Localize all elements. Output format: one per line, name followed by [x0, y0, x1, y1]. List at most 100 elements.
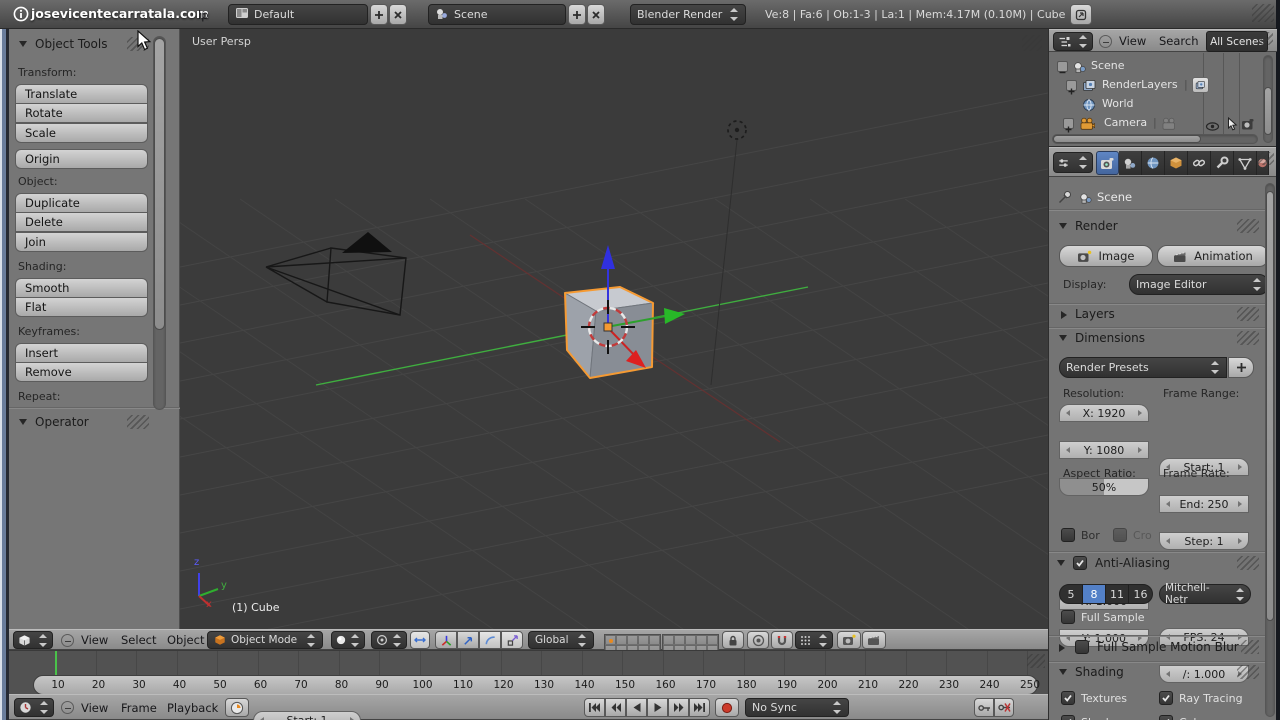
decrement-arrow-icon[interactable]: [1166, 500, 1170, 507]
layers-panel-grip[interactable]: [1237, 307, 1259, 321]
proportional-edit-button[interactable]: [747, 631, 769, 649]
transform-orientation-selector[interactable]: Global: [528, 631, 594, 649]
outliner-item-label[interactable]: World: [1102, 97, 1134, 110]
collapse-menus-button[interactable]: [61, 634, 74, 647]
outliner-row-renderlayers[interactable]: RenderLayers |: [1049, 76, 1276, 95]
disclosure-triangle-icon[interactable]: [19, 41, 27, 47]
tab-modifiers[interactable]: [1211, 151, 1234, 175]
render-opengl-anim-button[interactable]: [862, 631, 886, 649]
prev-keyframe-button[interactable]: [605, 698, 626, 717]
render-animation-button[interactable]: Animation: [1157, 245, 1269, 267]
render-opengl-button[interactable]: [837, 631, 861, 649]
outliner-item-label[interactable]: RenderLayers: [1102, 78, 1178, 91]
rotate-manipulator-button[interactable]: [457, 631, 479, 649]
layer-cell[interactable]: [616, 635, 627, 645]
scale-manipulator-button[interactable]: [479, 631, 501, 649]
scene-selector[interactable]: Scene: [428, 4, 566, 25]
tab-object-data[interactable]: [1234, 151, 1257, 175]
add-scene-button[interactable]: [568, 4, 586, 25]
collapse-menus-button[interactable]: [61, 701, 74, 714]
disclosure-triangle-icon[interactable]: [1059, 644, 1065, 652]
properties-corner-grip[interactable]: [1258, 152, 1274, 165]
dimensions-panel-grip[interactable]: [1237, 331, 1259, 345]
timeline-corner-grip[interactable]: [1027, 654, 1045, 668]
frame-step-field[interactable]: Step: 1: [1159, 532, 1249, 550]
translate-manipulator-button[interactable]: [435, 631, 457, 649]
dimensions-panel-title[interactable]: Dimensions: [1075, 331, 1145, 345]
delete-screen-button[interactable]: [389, 4, 407, 25]
render-panel-title[interactable]: Render: [1075, 219, 1118, 233]
shading-panel-grip[interactable]: [1237, 665, 1259, 679]
outliner-corner-grip[interactable]: [1257, 32, 1273, 45]
help-menu-remnant[interactable]: lp: [198, 5, 209, 25]
editor-type-selector[interactable]: [14, 698, 54, 717]
window-corner-grip[interactable]: [1252, 4, 1274, 22]
anti-aliasing-checkbox[interactable]: [1073, 556, 1087, 570]
camera-object[interactable]: [265, 247, 407, 316]
outliner-hscrollbar-thumb[interactable]: [1053, 135, 1201, 143]
duplicate-button[interactable]: Duplicate: [15, 193, 148, 213]
disclosure-triangle-icon[interactable]: [1061, 311, 1067, 319]
window-duplicate-button[interactable]: [1070, 4, 1092, 25]
tab-render[interactable]: [1096, 151, 1119, 175]
outliner-vscrollbar-thumb[interactable]: [1264, 87, 1272, 135]
remove-keyframe-button[interactable]: Remove: [15, 362, 148, 382]
collapse-minus-icon[interactable]: [1057, 61, 1068, 74]
fsmb-checkbox[interactable]: [1075, 640, 1089, 654]
mode-selector[interactable]: Object Mode: [207, 631, 323, 649]
timeline-canvas[interactable]: 10 20 30 40 50 60 70 80 90 100 110 120 130 140 150 160 1…: [9, 650, 1048, 694]
editor-type-selector[interactable]: [1053, 152, 1093, 173]
rotate-button[interactable]: Rotate: [15, 103, 148, 123]
timeline-scrollbar[interactable]: 10 20 30 40 50 60 70 80 90 100 110 120 130 140 150 160 1…: [33, 675, 1040, 694]
decrement-arrow-icon[interactable]: [1066, 409, 1070, 416]
layer-cell[interactable]: [638, 635, 649, 645]
disclosure-triangle-icon[interactable]: [19, 419, 27, 425]
display-selector[interactable]: Image Editor: [1129, 274, 1269, 295]
next-keyframe-button[interactable]: [668, 698, 689, 717]
add-preset-button[interactable]: [1228, 357, 1254, 378]
manipulator-extra-button[interactable]: [501, 631, 523, 649]
increment-arrow-icon[interactable]: [1138, 446, 1142, 453]
decrement-arrow-icon[interactable]: [1066, 446, 1070, 453]
disclosure-triangle-icon[interactable]: [1059, 223, 1067, 229]
jump-to-start-button[interactable]: [584, 698, 605, 717]
layers-panel-title[interactable]: Layers: [1075, 307, 1115, 321]
expand-plus-icon[interactable]: [1066, 80, 1077, 95]
add-screen-button[interactable]: [370, 4, 388, 25]
render-engine-selector[interactable]: Blender Render: [630, 4, 746, 25]
view-menu[interactable]: View: [81, 630, 108, 650]
current-frame-line[interactable]: [55, 651, 57, 676]
scene-browse-icon[interactable]: [435, 7, 449, 23]
toolshelf-scrollbar-thumb[interactable]: [154, 38, 165, 330]
layer-cell[interactable]: [685, 635, 696, 645]
restrict-select-cursor-icon[interactable]: [1227, 116, 1238, 135]
view-menu[interactable]: View: [1119, 31, 1146, 51]
lamp-object[interactable]: [727, 120, 747, 140]
outliner-row-world[interactable]: World: [1049, 95, 1276, 114]
pin-icon[interactable]: [1057, 189, 1073, 209]
color-management-checkbox[interactable]: [1159, 715, 1173, 720]
snap-toggle-button[interactable]: [771, 631, 793, 649]
border-checkbox[interactable]: [1061, 528, 1075, 542]
aa-samples-16[interactable]: 16: [1129, 585, 1152, 603]
layer-cell[interactable]: [663, 635, 674, 645]
frame-end-field[interactable]: End: 250: [1159, 495, 1249, 513]
insert-keyframe-button[interactable]: Insert: [15, 343, 148, 363]
viewport-3d[interactable]: User Persp (1) Cube z y x: [0, 29, 1280, 662]
tab-world[interactable]: [1142, 151, 1165, 175]
viewport-shading-selector[interactable]: [331, 631, 365, 649]
layer-cell[interactable]: [674, 635, 685, 645]
insert-keyframes-button[interactable]: [974, 698, 994, 717]
layer-cell[interactable]: [707, 635, 718, 645]
disclosure-triangle-icon[interactable]: [1059, 669, 1067, 675]
record-button[interactable]: [715, 698, 739, 717]
sync-mode-selector[interactable]: No Sync: [745, 698, 849, 717]
render-presets-selector[interactable]: Render Presets: [1059, 357, 1227, 378]
editor-type-selector[interactable]: [13, 631, 53, 649]
disclosure-triangle-icon[interactable]: [1059, 335, 1067, 341]
frame-start-field[interactable]: Start: 1: [253, 711, 361, 720]
aa-samples-8[interactable]: 8: [1083, 585, 1106, 603]
smooth-button[interactable]: Smooth: [15, 278, 148, 298]
decrement-arrow-icon[interactable]: [1166, 537, 1170, 544]
camera-data-icon[interactable]: [1161, 116, 1177, 135]
